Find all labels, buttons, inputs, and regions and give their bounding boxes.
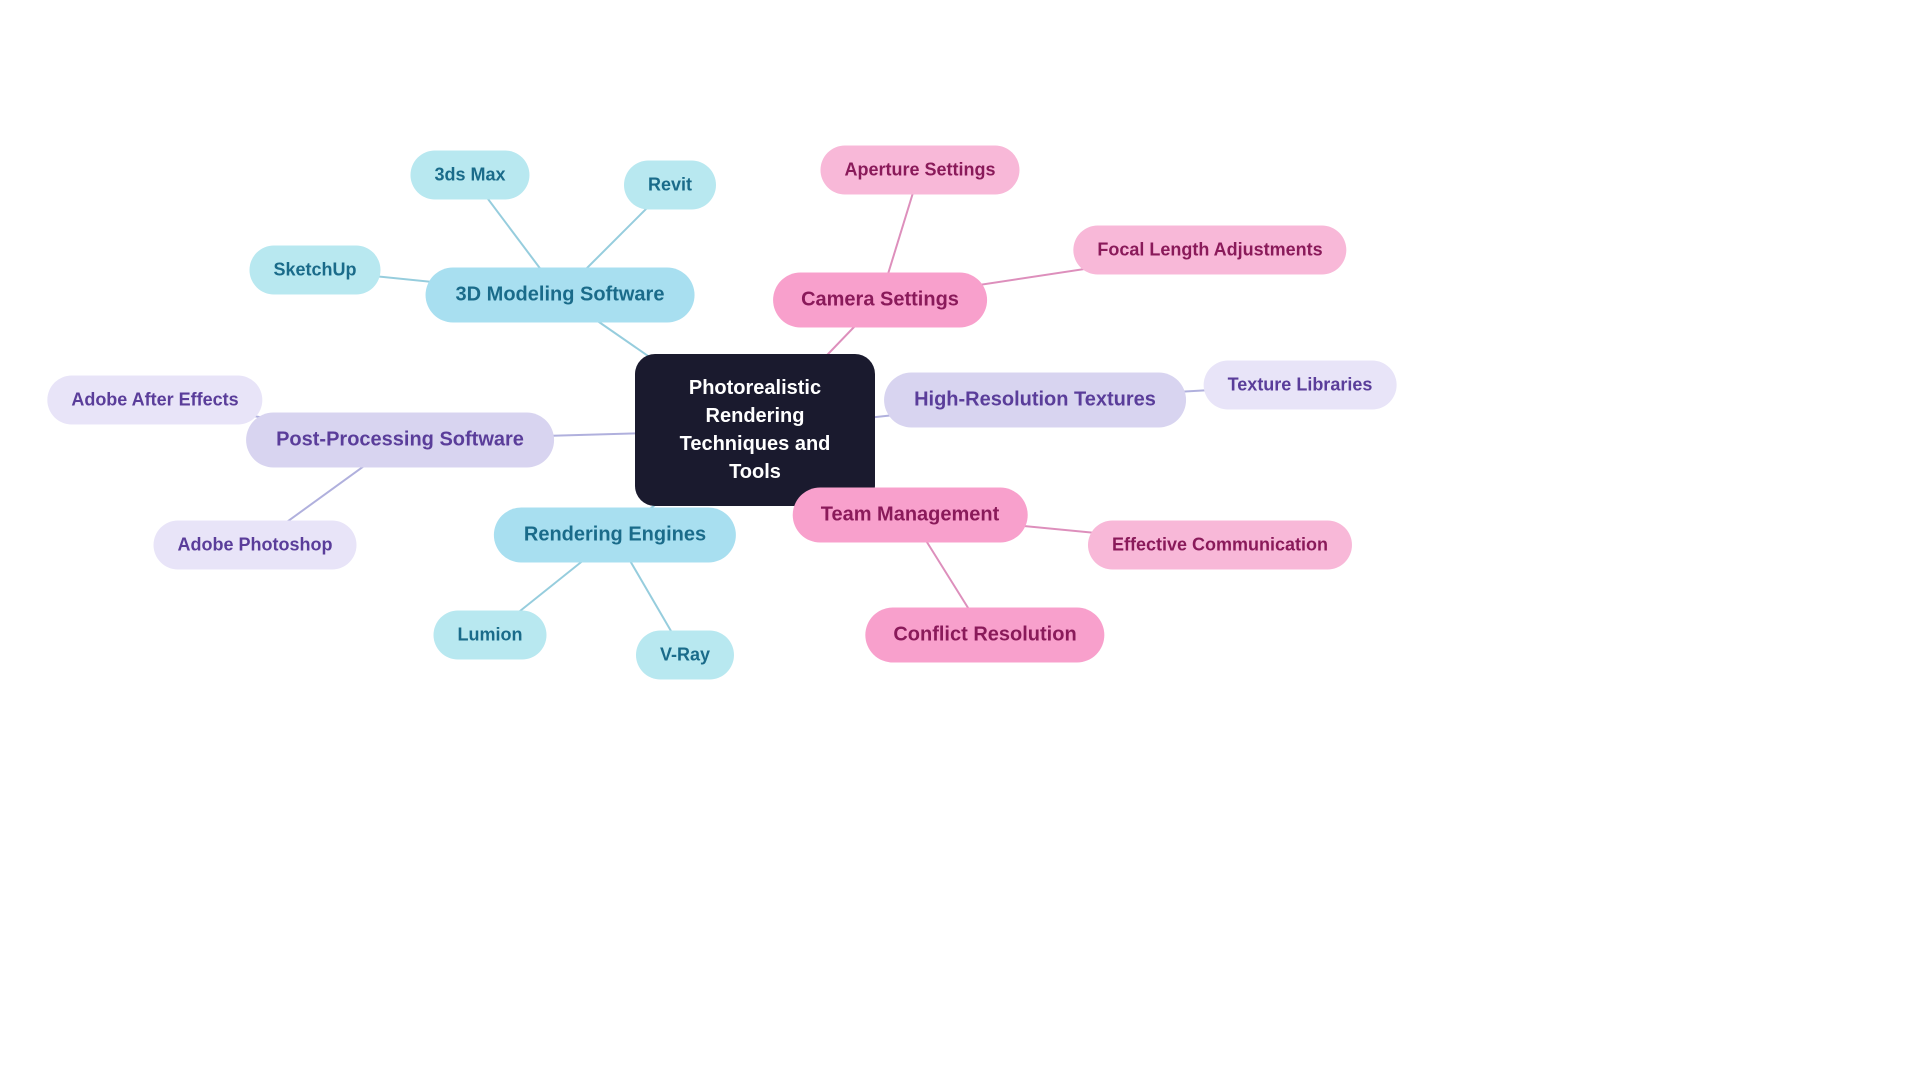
node-team-management[interactable]: Team Management: [793, 488, 1028, 543]
3d-modeling-label: 3D Modeling Software: [456, 284, 665, 307]
node-rendering-engines[interactable]: Rendering Engines: [494, 508, 736, 563]
center-node[interactable]: Photorealistic Rendering Techniques and …: [635, 354, 875, 506]
node-sketchup[interactable]: SketchUp: [249, 246, 380, 295]
node-3d-modeling[interactable]: 3D Modeling Software: [426, 268, 695, 323]
texture-libraries-label: Texture Libraries: [1228, 375, 1373, 396]
node-adobe-after[interactable]: Adobe After Effects: [47, 376, 262, 425]
node-camera-settings[interactable]: Camera Settings: [773, 273, 987, 328]
revit-label: Revit: [648, 175, 692, 196]
adobe-photoshop-label: Adobe Photoshop: [178, 535, 333, 556]
focal-length-label: Focal Length Adjustments: [1097, 240, 1322, 261]
node-adobe-photoshop[interactable]: Adobe Photoshop: [154, 521, 357, 570]
node-conflict-res[interactable]: Conflict Resolution: [865, 608, 1104, 663]
conflict-res-label: Conflict Resolution: [893, 624, 1076, 647]
node-3ds-max[interactable]: 3ds Max: [410, 151, 529, 200]
mind-map: Photorealistic Rendering Techniques and …: [0, 0, 1920, 1083]
node-post-processing[interactable]: Post-Processing Software: [246, 413, 554, 468]
effective-comm-label: Effective Communication: [1112, 535, 1328, 556]
lumion-label: Lumion: [458, 625, 523, 646]
aperture-label: Aperture Settings: [844, 160, 995, 181]
camera-settings-label: Camera Settings: [801, 289, 959, 312]
node-aperture[interactable]: Aperture Settings: [820, 146, 1019, 195]
sketchup-label: SketchUp: [273, 260, 356, 281]
node-effective-comm[interactable]: Effective Communication: [1088, 521, 1352, 570]
node-revit[interactable]: Revit: [624, 161, 716, 210]
node-high-res-textures[interactable]: High-Resolution Textures: [884, 373, 1186, 428]
post-processing-label: Post-Processing Software: [276, 429, 524, 452]
high-res-textures-label: High-Resolution Textures: [914, 389, 1156, 412]
center-label: Photorealistic Rendering Techniques and …: [665, 374, 845, 486]
node-texture-libraries[interactable]: Texture Libraries: [1204, 361, 1397, 410]
team-management-label: Team Management: [821, 504, 1000, 527]
node-lumion[interactable]: Lumion: [434, 611, 547, 660]
3ds-max-label: 3ds Max: [434, 165, 505, 186]
rendering-engines-label: Rendering Engines: [524, 524, 706, 547]
vray-label: V-Ray: [660, 645, 710, 666]
node-vray[interactable]: V-Ray: [636, 631, 734, 680]
node-focal-length[interactable]: Focal Length Adjustments: [1073, 226, 1346, 275]
adobe-after-label: Adobe After Effects: [71, 390, 238, 411]
